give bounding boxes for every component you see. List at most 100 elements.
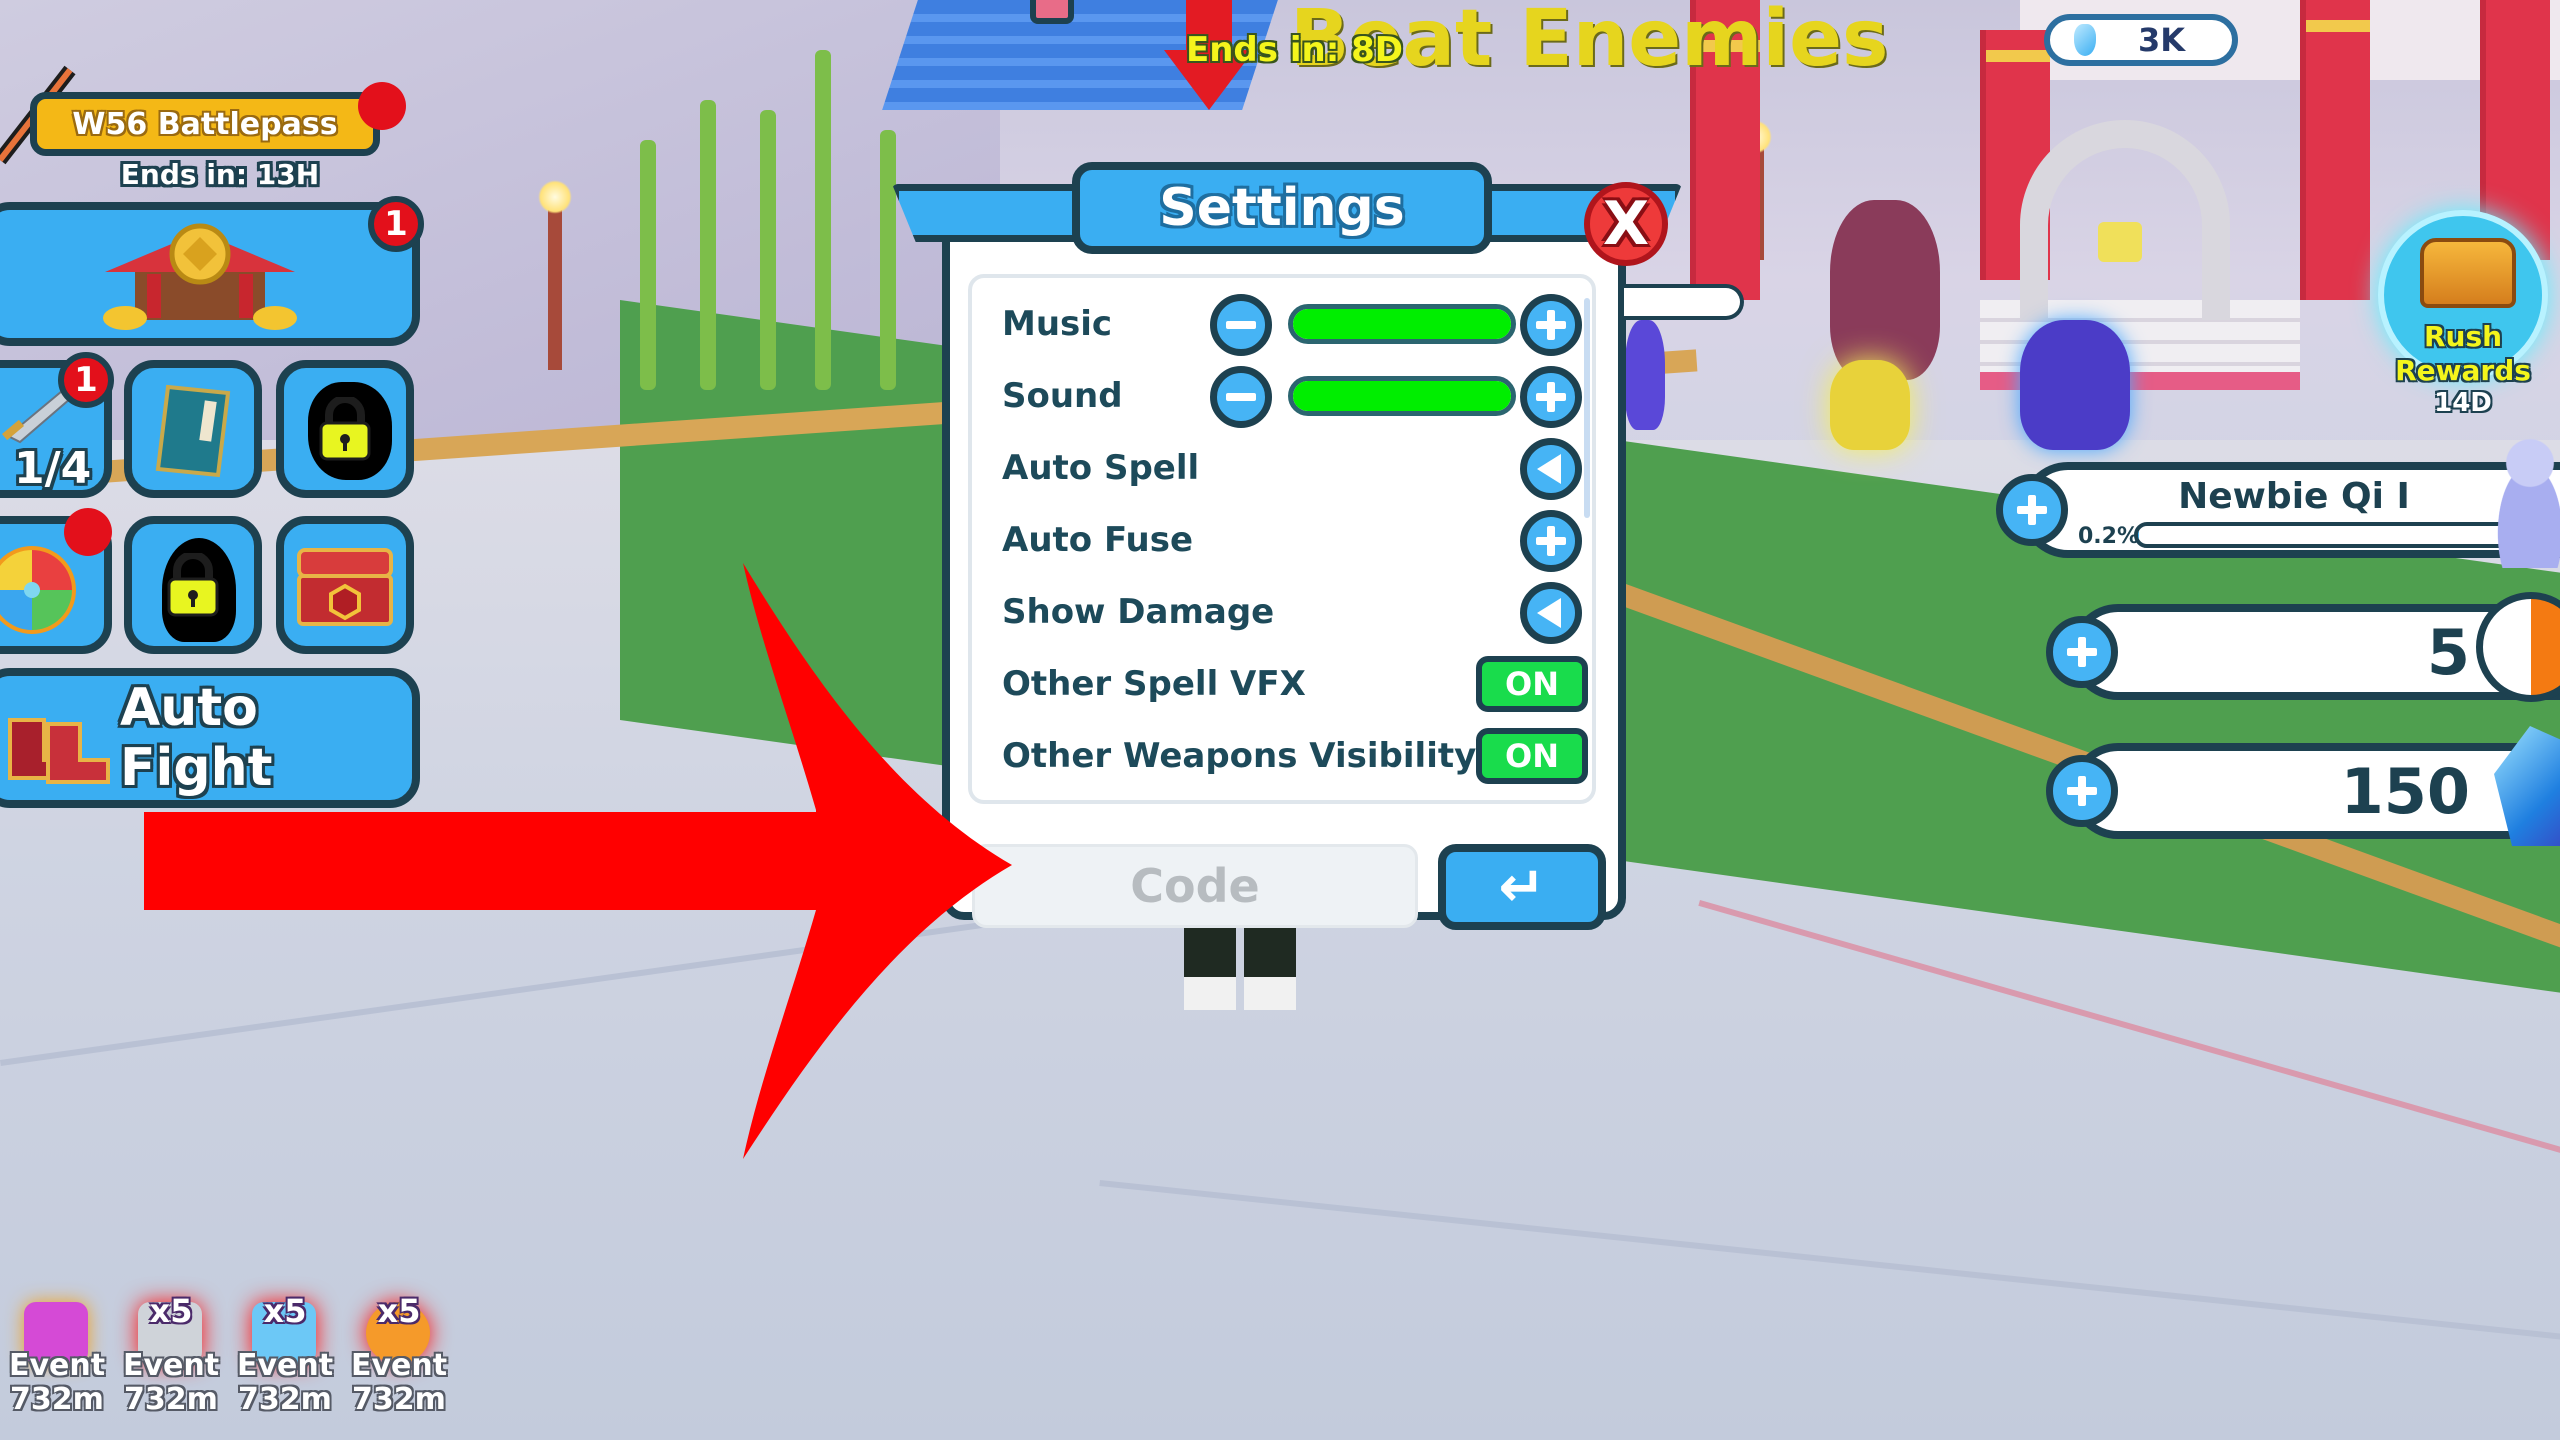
sound-increase-button[interactable] xyxy=(1520,366,1582,428)
close-button[interactable]: X xyxy=(1584,182,1668,266)
event-boost[interactable]: x5 Event 732m xyxy=(342,1290,456,1430)
other-bracelet-visibility-toggle[interactable]: ON xyxy=(1476,800,1588,804)
event-boost[interactable]: x5 Event 732m xyxy=(228,1290,342,1430)
bamboo xyxy=(880,130,896,390)
chest-icon xyxy=(297,548,393,626)
setting-label: Auto Spell xyxy=(1002,448,1200,488)
boost-multiplier: x5 xyxy=(377,1292,421,1330)
crystal-currency-bar: 150 xyxy=(2046,743,2560,839)
setting-label: Sound xyxy=(1002,376,1123,416)
locked-pet-button[interactable] xyxy=(276,360,414,498)
auto-spell-button[interactable] xyxy=(1520,438,1582,500)
rush-rewards-label: Rush Rewards xyxy=(2395,320,2531,387)
shrine-icon xyxy=(103,223,297,330)
setting-label: Other Weapons Visibility xyxy=(1002,736,1477,776)
settings-title: Settings xyxy=(1159,178,1405,238)
lock-icon xyxy=(319,397,371,461)
battlepass-button[interactable]: W56 Battlepass xyxy=(30,92,380,156)
plus-icon xyxy=(2067,637,2097,667)
bamboo xyxy=(760,110,776,390)
gem-currency: 3K xyxy=(2044,14,2238,66)
street-lamp xyxy=(548,210,562,370)
battlepass-notification-dot xyxy=(358,82,406,130)
auto-fight-label: Auto Fight xyxy=(120,678,273,798)
crystal-value: 150 xyxy=(2340,755,2470,828)
slider-fill xyxy=(1293,381,1511,411)
setting-label: Show Damage xyxy=(1002,592,1275,632)
music-decrease-button[interactable] xyxy=(1210,294,1272,356)
pet-crystal-fox xyxy=(2020,320,2130,450)
wheel-icon xyxy=(0,546,76,634)
show-damage-button[interactable] xyxy=(1520,582,1582,644)
boots-icon xyxy=(8,718,110,784)
other-weapons-visibility-toggle[interactable]: ON xyxy=(1476,728,1588,784)
event-boost[interactable]: x5 Event 732m xyxy=(114,1290,228,1430)
locked-gate-icon xyxy=(2098,222,2142,262)
qi-level-bar: Newbie Qi I 0.2% xyxy=(1996,462,2560,558)
stone-arch xyxy=(2020,120,2230,320)
rush-rewards-timer: 14D xyxy=(2434,388,2492,418)
lock-icon xyxy=(167,553,219,617)
event-boost[interactable]: Event 732m xyxy=(0,1290,114,1430)
boost-timer: 732m xyxy=(124,1382,218,1417)
weapons-count: 1/4 xyxy=(14,443,92,494)
boost-timer: 732m xyxy=(10,1382,104,1417)
boost-multiplier: x5 xyxy=(149,1292,193,1330)
locked-item-button[interactable] xyxy=(124,516,262,654)
setting-label: Other Spell VFX xyxy=(1002,664,1306,704)
boost-timer: 732m xyxy=(352,1382,446,1417)
bamboo xyxy=(815,50,831,390)
qi-progress-bar xyxy=(2134,522,2522,548)
settings-title-plate: Settings xyxy=(1072,162,1492,254)
treasure-chest-button[interactable] xyxy=(276,516,414,654)
chevron-left-icon xyxy=(1537,598,1561,628)
code-input[interactable] xyxy=(972,844,1418,928)
bamboo xyxy=(640,140,656,390)
setting-row-show-damage: Show Damage xyxy=(972,582,1592,644)
yin-yang-value: 5 xyxy=(2426,616,2470,689)
plus-icon xyxy=(1536,382,1566,412)
weapons-badge: 1 xyxy=(58,352,114,408)
pet-partial xyxy=(1625,320,1665,430)
other-spell-vfx-toggle[interactable]: ON xyxy=(1476,656,1588,712)
crystal-plus-button[interactable] xyxy=(2046,755,2118,827)
spin-wheel-notification-dot xyxy=(64,508,112,556)
battlepass-label: W56 Battlepass xyxy=(72,106,338,142)
sound-volume-slider[interactable] xyxy=(1288,376,1516,416)
event-boosts: Event 732m x5 Event 732m x5 Event 732m x… xyxy=(0,1290,456,1430)
auto-fuse-button[interactable] xyxy=(1520,510,1582,572)
setting-label: Music xyxy=(1002,304,1113,344)
minus-icon xyxy=(1226,393,1256,401)
shrine-badge: 1 xyxy=(368,196,424,252)
boost-label: Event xyxy=(236,1348,334,1383)
boost-label: Event xyxy=(8,1348,106,1383)
enemy-glowing xyxy=(1830,360,1910,450)
setting-label: Auto Fuse xyxy=(1002,520,1194,560)
settings-dialog: Music Sound Auto Spell Auto Fuse Show Da… xyxy=(892,162,1682,930)
top-frame-corner xyxy=(1030,0,1074,24)
slider-fill xyxy=(1293,309,1511,339)
setting-row-auto-spell: Auto Spell xyxy=(972,438,1592,500)
setting-row-other-spell-vfx: Other Spell VFX ON xyxy=(972,654,1592,716)
setting-row-sound: Sound xyxy=(972,366,1592,428)
yin-yang-plus-button[interactable] xyxy=(2046,616,2118,688)
setting-row-auto-fuse: Auto Fuse xyxy=(972,510,1592,572)
plus-icon xyxy=(1536,310,1566,340)
chevron-left-icon xyxy=(1537,454,1561,484)
spellbook-button[interactable] xyxy=(124,360,262,498)
music-volume-slider[interactable] xyxy=(1288,304,1516,344)
qi-progress-text: 0.2% xyxy=(2078,524,2140,549)
red-pillar xyxy=(2300,0,2370,300)
auto-fight-button[interactable]: Auto Fight xyxy=(0,668,420,808)
qi-progress-fill xyxy=(2138,526,2139,544)
enemy-dragon xyxy=(1830,200,1940,380)
gem-icon xyxy=(2074,24,2096,56)
shrine-shop-button[interactable] xyxy=(0,202,420,346)
music-increase-button[interactable] xyxy=(1520,294,1582,356)
battlepass-timer: Ends in: 13H xyxy=(120,158,320,191)
sound-decrease-button[interactable] xyxy=(1210,366,1272,428)
redeem-code-button[interactable]: ↵ xyxy=(1438,844,1606,930)
enter-return-icon: ↵ xyxy=(1498,854,1546,920)
plus-icon xyxy=(1536,526,1566,556)
minus-icon xyxy=(1226,321,1256,329)
